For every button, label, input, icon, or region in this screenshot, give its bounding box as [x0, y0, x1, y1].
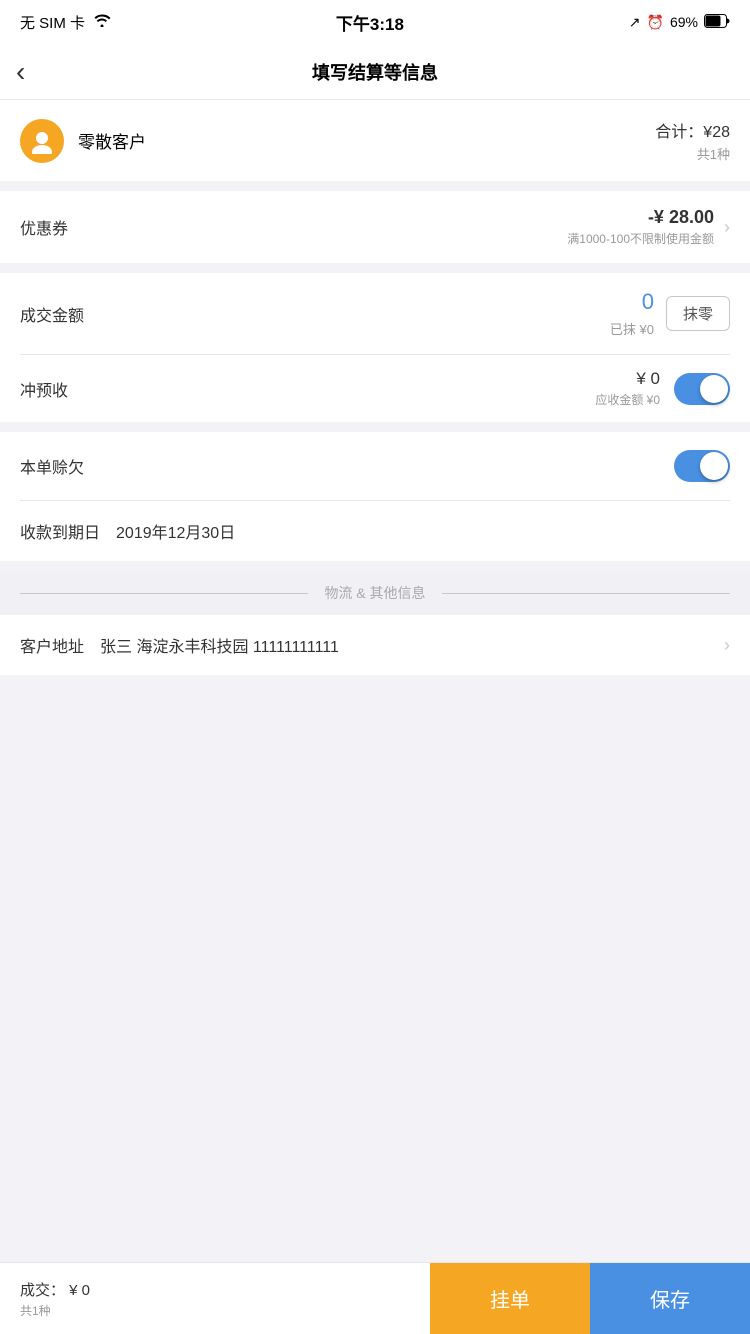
address-chevron-icon: › — [724, 635, 730, 656]
location-icon: ↗ — [629, 14, 641, 31]
prepay-amount: ¥ 0 — [595, 369, 660, 389]
logistics-divider-left — [20, 593, 308, 594]
logistics-divider-right — [442, 593, 730, 594]
customer-avatar — [20, 119, 64, 163]
round-button[interactable]: 抹零 — [666, 296, 730, 331]
status-time: 下午3:18 — [336, 10, 404, 35]
logistics-header: 物流 & 其他信息 — [0, 571, 750, 615]
prepay-subtext: 应收金额 ¥0 — [595, 391, 660, 408]
debit-toggle-knob — [700, 452, 728, 480]
status-bar: 无 SIM 卡 下午3:18 ↗ ⏰ 69% — [0, 0, 750, 44]
address-row[interactable]: 客户地址 张三 海淀永丰科技园 11111111111 › — [0, 615, 750, 675]
nav-bar: ‹ 填写结算等信息 — [0, 44, 750, 100]
logistics-title: 物流 & 其他信息 — [308, 583, 441, 603]
bottom-summary: 成交： ¥ 0 共1种 — [0, 1279, 430, 1319]
prepay-values: ¥ 0 应收金额 ¥0 — [595, 369, 660, 408]
wifi-icon — [93, 13, 111, 32]
battery-icon — [704, 14, 730, 31]
address-section: 客户地址 张三 海淀永丰科技园 11111111111 › — [0, 615, 750, 675]
address-value: 张三 海淀永丰科技园 11111111111 — [100, 633, 708, 657]
logistics-section: 物流 & 其他信息 — [0, 571, 750, 615]
debit-row: 本单赊欠 — [0, 432, 750, 500]
debit-label: 本单赊欠 — [20, 454, 84, 478]
content-area: 零散客户 合计：¥28 共1种 优惠券 -¥ 28.00 满1000-100不限… — [0, 100, 750, 955]
transaction-value[interactable]: 0 — [610, 289, 654, 315]
customer-total: 合计：¥28 — [655, 118, 730, 142]
customer-right: 合计：¥28 共1种 — [655, 118, 730, 163]
transaction-label: 成交金额 — [20, 302, 84, 326]
customer-name: 零散客户 — [78, 128, 146, 153]
customer-section: 零散客户 合计：¥28 共1种 — [0, 100, 750, 181]
toggle-knob — [700, 375, 728, 403]
customer-row: 零散客户 合计：¥28 共1种 — [0, 100, 750, 181]
alarm-icon: ⏰ — [647, 14, 664, 31]
bottom-summary-top: 成交： ¥ 0 — [20, 1279, 410, 1300]
save-button[interactable]: 保存 — [590, 1263, 750, 1334]
empty-space — [0, 675, 750, 875]
status-right: ↗ ⏰ 69% — [629, 14, 730, 31]
no-sim-text: 无 SIM 卡 — [20, 12, 85, 33]
debit-section: 本单赊欠 收款到期日 2019年12月30日 — [0, 432, 750, 561]
coupon-section: 优惠券 -¥ 28.00 满1000-100不限制使用金额 › — [0, 191, 750, 263]
duedate-value[interactable]: 2019年12月30日 — [116, 519, 235, 543]
coupon-right: -¥ 28.00 满1000-100不限制使用金额 › — [68, 207, 730, 247]
amount-section: 成交金额 0 已抹 ¥0 抹零 冲预收 ¥ 0 应收金额 ¥0 — [0, 273, 750, 422]
status-left: 无 SIM 卡 — [20, 12, 111, 33]
bottom-bar: 成交： ¥ 0 共1种 挂单 保存 — [0, 1262, 750, 1334]
debit-toggle[interactable] — [674, 450, 730, 482]
pending-button[interactable]: 挂单 — [430, 1263, 590, 1334]
back-button[interactable]: ‹ — [16, 56, 25, 88]
battery-text: 69% — [670, 14, 698, 30]
bottom-summary-bottom: 共1种 — [20, 1302, 410, 1319]
transaction-subtext: 已抹 ¥0 — [610, 319, 654, 338]
coupon-amount: -¥ 28.00 — [567, 207, 714, 228]
transaction-row: 成交金额 0 已抹 ¥0 抹零 — [0, 273, 750, 354]
coupon-value: -¥ 28.00 满1000-100不限制使用金额 — [567, 207, 714, 247]
bottom-buttons: 挂单 保存 — [430, 1263, 750, 1334]
duedate-row: 收款到期日 2019年12月30日 — [0, 501, 750, 561]
prepay-right: ¥ 0 应收金额 ¥0 — [595, 369, 730, 408]
chevron-right-icon: › — [724, 217, 730, 238]
prepay-row: 冲预收 ¥ 0 应收金额 ¥0 — [0, 355, 750, 422]
duedate-label: 收款到期日 — [20, 519, 100, 543]
customer-left: 零散客户 — [20, 119, 146, 163]
prepay-toggle[interactable] — [674, 373, 730, 405]
customer-count: 共1种 — [655, 144, 730, 163]
prepay-label: 冲预收 — [20, 377, 68, 401]
address-label: 客户地址 — [20, 633, 84, 657]
coupon-row[interactable]: 优惠券 -¥ 28.00 满1000-100不限制使用金额 › — [0, 191, 750, 263]
coupon-subtext: 满1000-100不限制使用金额 — [567, 230, 714, 247]
coupon-label: 优惠券 — [20, 215, 68, 239]
page-title: 填写结算等信息 — [312, 59, 438, 85]
